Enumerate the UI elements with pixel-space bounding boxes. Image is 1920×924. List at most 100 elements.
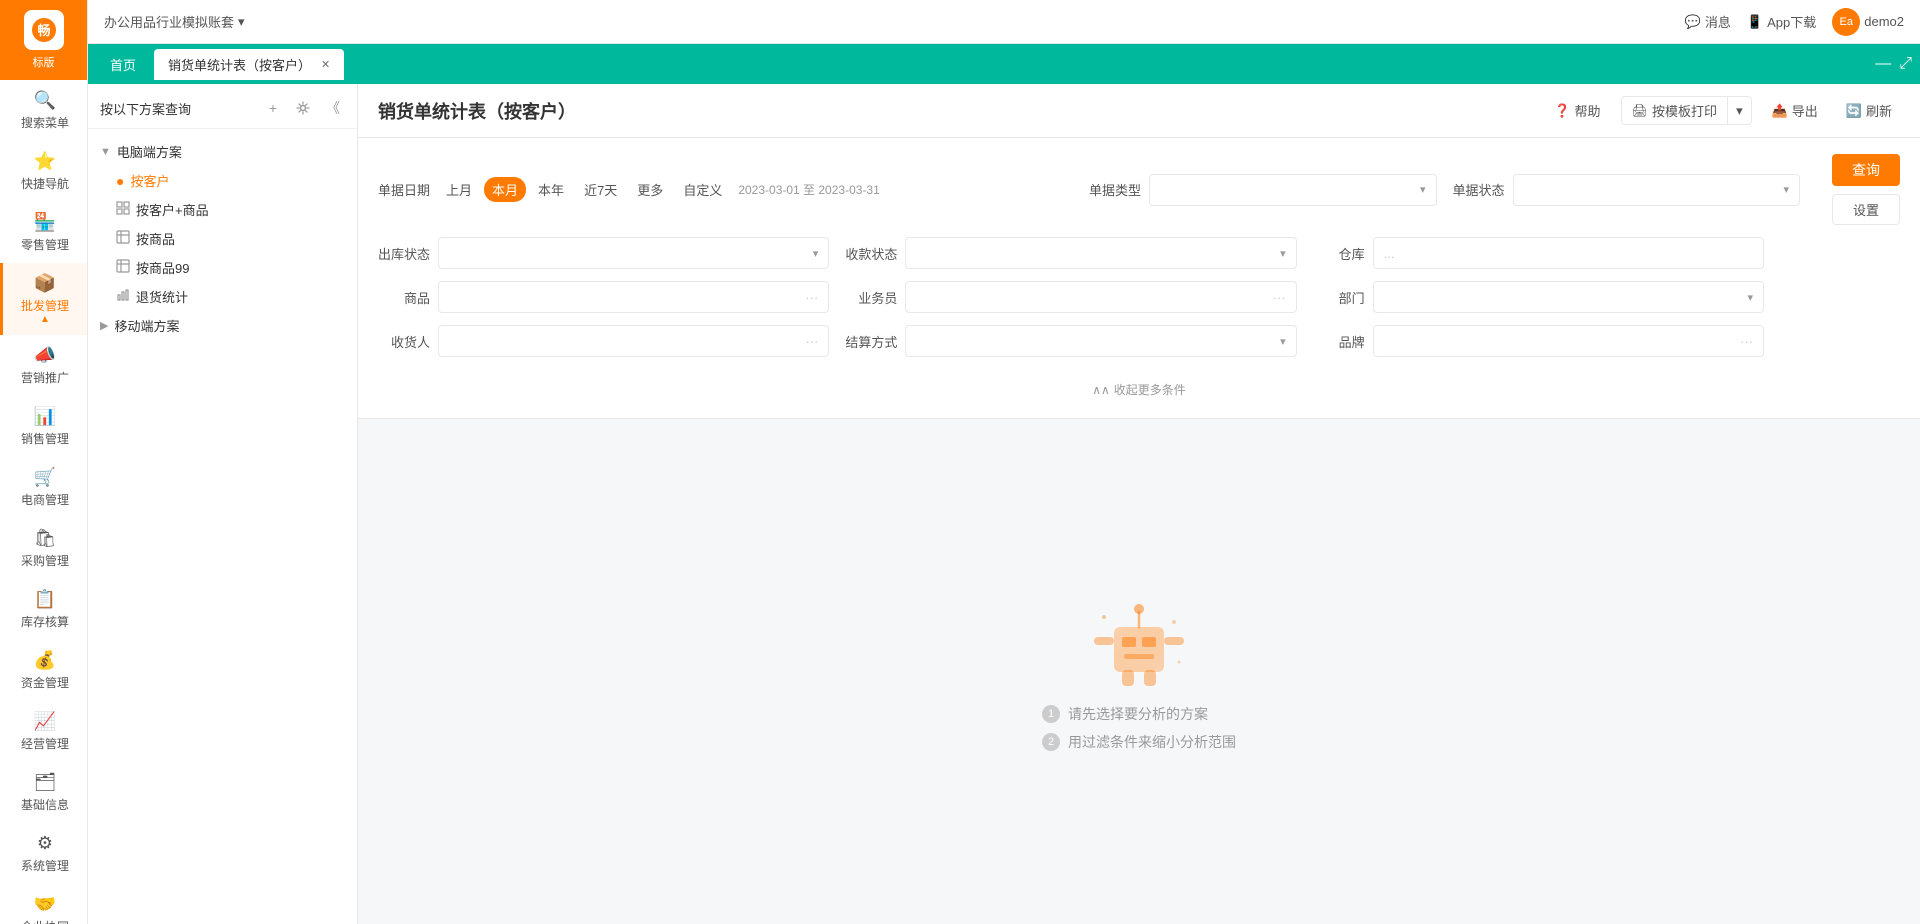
scheme-chart-icon xyxy=(116,288,130,305)
salesperson-control[interactable]: ··· xyxy=(905,281,1296,313)
message-label: 消息 xyxy=(1705,12,1731,31)
scheme-by-customer[interactable]: ● 按客户 xyxy=(104,166,357,195)
scheme-by-product-label: 按商品 xyxy=(136,229,175,248)
basic-icon: 🗂 xyxy=(34,772,57,793)
left-panel-title: 按以下方案查询 xyxy=(100,99,255,118)
date-label: 单据日期 xyxy=(378,180,430,199)
scheme-table-icon xyxy=(116,230,130,247)
department-control[interactable]: ▾ xyxy=(1373,281,1764,313)
tab-maximize-btn[interactable]: ⤢ xyxy=(1899,55,1912,73)
salesperson-label: 业务员 xyxy=(845,288,897,307)
settings-btn[interactable]: 设置 xyxy=(1832,194,1900,225)
sidebar-item-sales-mgmt[interactable]: 📊 销售管理 xyxy=(0,396,87,457)
sidebar-item-system[interactable]: ⚙ 系统管理 xyxy=(0,823,87,884)
user-profile[interactable]: Ea demo2 xyxy=(1832,8,1904,36)
desktop-section-expand-icon: ▼ xyxy=(100,146,111,158)
settlement-filter-item: 结算方式 ▾ xyxy=(845,325,1296,357)
ecommerce-icon: 🛒 xyxy=(34,467,56,488)
sidebar-item-basic[interactable]: 🗂 基础信息 xyxy=(0,762,87,823)
desktop-section[interactable]: ▼ 电脑端方案 xyxy=(88,137,357,166)
sidebar-item-ecommerce[interactable]: 🛒 电商管理 xyxy=(0,457,87,518)
sidebar-item-inventory[interactable]: 📋 库存核算 xyxy=(0,579,87,640)
top-header: 办公用品行业模拟账套 ▾ 💬 消息 📱 App下载 Ea demo2 xyxy=(88,0,1920,44)
right-panel: 销货单统计表（按客户） ❓ 帮助 🖨 按模板打印 ▾ 📤 xyxy=(358,84,1920,924)
hint-text-1: 请先选择要分析的方案 xyxy=(1068,704,1208,724)
warehouse-control[interactable]: ... xyxy=(1373,237,1764,269)
add-scheme-btn[interactable]: + xyxy=(261,96,285,120)
filter-row-4: 收货人 ··· 结算方式 ▾ 品牌 xyxy=(378,325,1900,357)
purchase-icon: 🛍 xyxy=(34,528,57,549)
empty-state: 1 请先选择要分析的方案 2 用过滤条件来缩小分析范围 xyxy=(358,419,1920,924)
payment-control[interactable]: ▾ xyxy=(905,237,1296,269)
sales-mgmt-icon: 📊 xyxy=(34,406,56,427)
sidebar-logo[interactable]: 畅 标版 xyxy=(0,0,88,80)
help-btn[interactable]: ❓ 帮助 xyxy=(1546,97,1608,124)
brand-label: 品牌 xyxy=(1313,332,1365,351)
header-right: 💬 消息 📱 App下载 Ea demo2 xyxy=(1685,8,1904,36)
template-print-dropdown[interactable]: ▾ xyxy=(1728,99,1751,123)
department-label: 部门 xyxy=(1313,288,1365,307)
consignee-control[interactable]: ··· xyxy=(438,325,829,357)
sidebar-item-inventory-label: 库存核算 xyxy=(21,613,69,630)
outbound-control[interactable]: ▾ xyxy=(438,237,829,269)
mobile-section[interactable]: ▶ 移动端方案 xyxy=(88,311,357,340)
empty-illustration xyxy=(1079,592,1199,692)
date-tab-last-month[interactable]: 上月 xyxy=(438,177,480,202)
date-tab-custom[interactable]: 自定义 xyxy=(675,177,730,202)
brand-control[interactable]: ··· xyxy=(1373,325,1764,357)
finance-icon: 💰 xyxy=(34,650,56,671)
sidebar-item-shortcut[interactable]: ⭐ 快捷导航 xyxy=(0,141,87,202)
template-print-label-part[interactable]: 🖨 按模板打印 xyxy=(1622,97,1729,124)
scheme-by-product[interactable]: 按商品 xyxy=(104,224,357,253)
sidebar-item-finance[interactable]: 💰 资金管理 xyxy=(0,640,87,701)
refresh-icon: 🔄 xyxy=(1846,103,1862,119)
order-type-label: 单据类型 xyxy=(1089,180,1141,199)
sales-stat-tab-label: 销货单统计表（按客户） xyxy=(168,55,311,74)
product-control[interactable]: ··· xyxy=(438,281,829,313)
sidebar-item-purchase[interactable]: 🛍 采购管理 xyxy=(0,518,87,579)
payment-chevron-icon: ▾ xyxy=(1280,247,1286,260)
tab-home[interactable]: 首页 xyxy=(96,49,150,80)
query-btn[interactable]: 查询 xyxy=(1832,154,1900,186)
scheme-return-stat[interactable]: 退货统计 xyxy=(104,282,357,311)
message-btn[interactable]: 💬 消息 xyxy=(1685,12,1731,31)
scheme-by-product-99[interactable]: 按商品99 xyxy=(104,253,357,282)
sidebar-item-retail[interactable]: 🏪 零售管理 xyxy=(0,202,87,263)
sidebar-item-marketing[interactable]: 📣 营销推广 xyxy=(0,335,87,396)
order-status-control[interactable]: ▾ xyxy=(1513,174,1800,206)
date-tab-this-year[interactable]: 本年 xyxy=(530,177,572,202)
collapse-panel-btn[interactable]: 《 xyxy=(321,96,345,120)
sidebar-item-wholesale[interactable]: 📦 批发管理 ▲ xyxy=(0,263,87,335)
app-download-btn[interactable]: 📱 App下载 xyxy=(1747,12,1816,31)
tab-sales-stat[interactable]: 销货单统计表（按客户） ✕ xyxy=(154,49,344,80)
outbound-filter-item: 出库状态 ▾ xyxy=(378,237,829,269)
collapse-filter-btn[interactable]: ∧∧ 收起更多条件 xyxy=(1080,377,1198,402)
tab-close-icon[interactable]: ✕ xyxy=(321,58,330,71)
refresh-btn[interactable]: 🔄 刷新 xyxy=(1838,97,1900,124)
settlement-chevron-icon: ▾ xyxy=(1280,335,1286,348)
tab-minimize-btn[interactable]: — xyxy=(1875,55,1891,73)
tab-bar-actions: — ⤢ xyxy=(1875,55,1912,73)
brand-filter-item: 品牌 ··· xyxy=(1313,325,1764,357)
active-scheme-icon: ● xyxy=(116,173,124,189)
collapse-filter-label: 收起更多条件 xyxy=(1114,381,1186,398)
order-type-control[interactable]: ▾ xyxy=(1149,174,1436,206)
date-tab-last-7days[interactable]: 近7天 xyxy=(576,177,625,202)
account-switcher[interactable]: 办公用品行业模拟账套 ▾ xyxy=(104,12,245,31)
department-chevron-icon: ▾ xyxy=(1747,291,1753,304)
dropdown-chevron-icon: ▾ xyxy=(238,14,245,30)
sidebar-item-operation[interactable]: 📈 经营管理 xyxy=(0,701,87,762)
settings-scheme-btn[interactable] xyxy=(291,96,315,120)
message-icon: 💬 xyxy=(1685,14,1701,30)
marketing-icon: 📣 xyxy=(34,345,56,366)
template-print-btn[interactable]: 🖨 按模板打印 ▾ xyxy=(1621,96,1752,125)
hint-text-2: 用过滤条件来缩小分析范围 xyxy=(1068,732,1236,752)
date-tab-this-month[interactable]: 本月 xyxy=(484,177,526,202)
export-btn[interactable]: 📤 导出 xyxy=(1764,97,1826,124)
settlement-control[interactable]: ▾ xyxy=(905,325,1296,357)
sidebar-item-coop[interactable]: 🤝 企业协同 xyxy=(0,884,87,924)
scheme-by-customer-product[interactable]: 按客户+商品 xyxy=(104,195,357,224)
date-tab-more[interactable]: 更多 xyxy=(629,177,671,202)
consignee-filter-item: 收货人 ··· xyxy=(378,325,829,357)
sidebar-item-search[interactable]: 🔍 搜索菜单 xyxy=(0,80,87,141)
